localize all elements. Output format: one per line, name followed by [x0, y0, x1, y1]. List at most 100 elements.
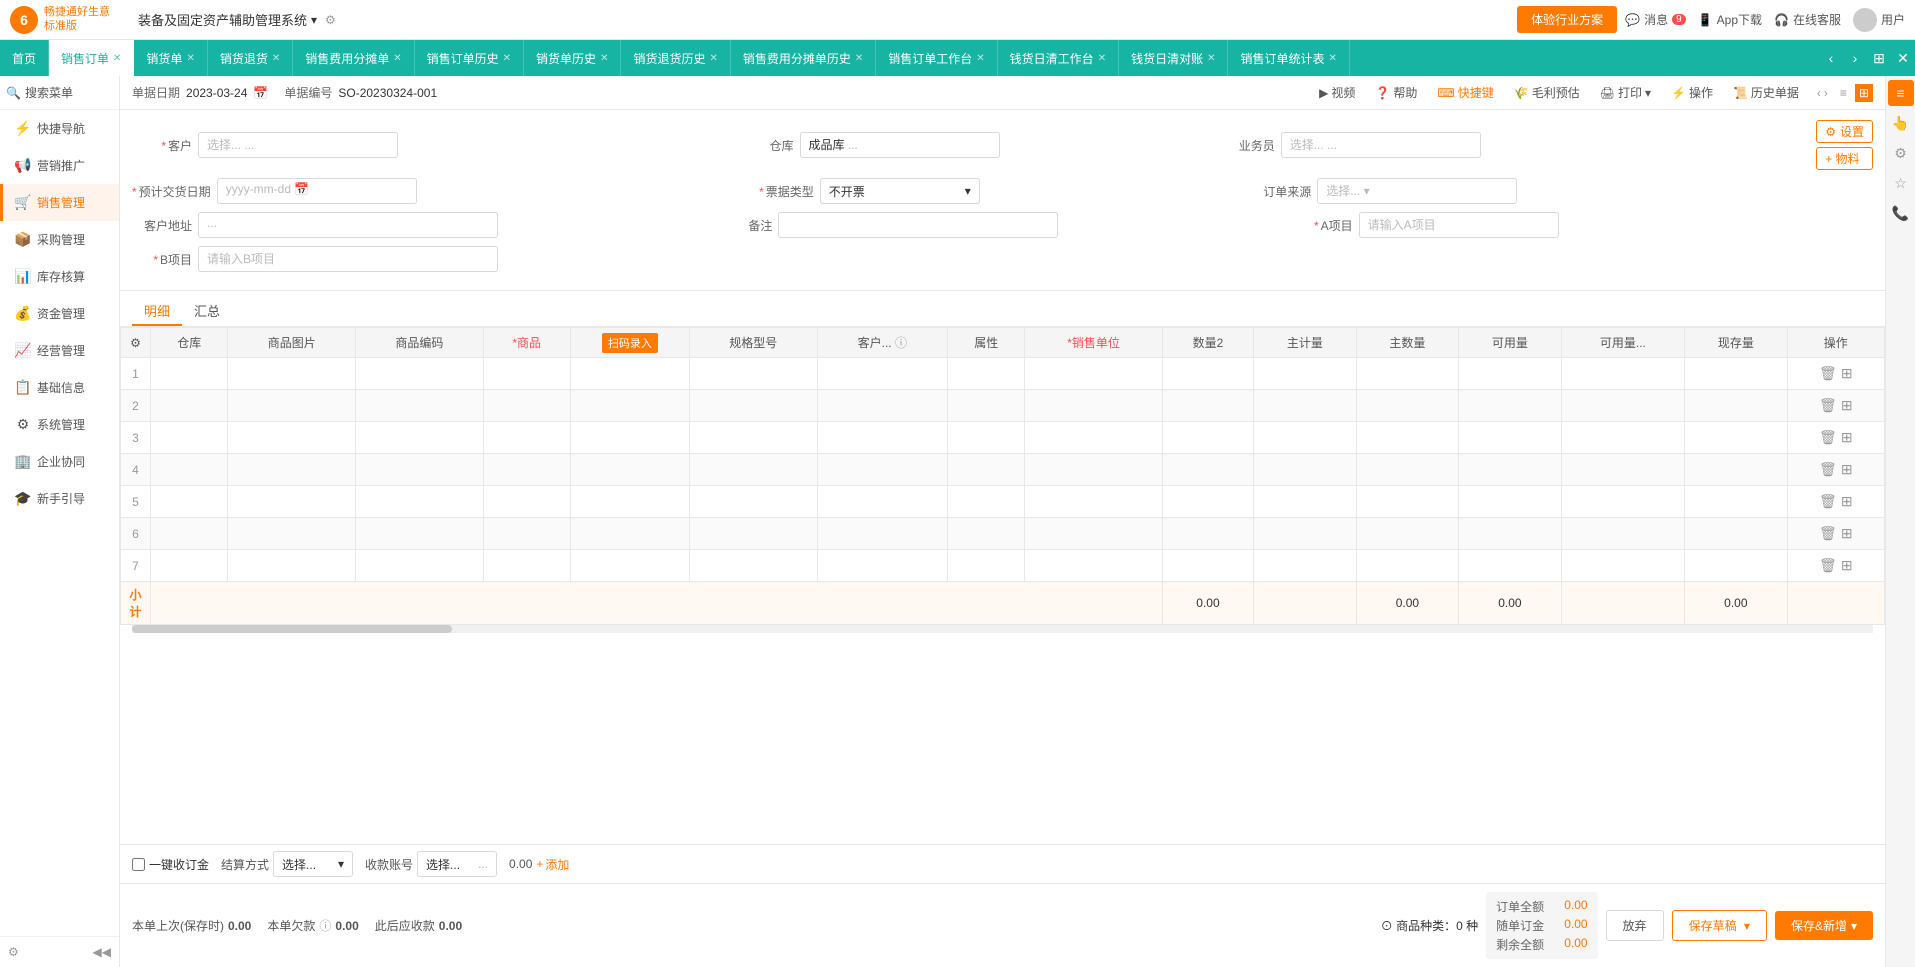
delete-icon[interactable]: 🗑 [1819, 365, 1837, 382]
app-download-item[interactable]: 📱 App下载 [1698, 11, 1762, 28]
sidebar-item-quicknav[interactable]: ⚡ 快捷导航 [0, 110, 119, 147]
view-btn[interactable]: ▶ 视频 [1313, 82, 1361, 103]
copy-icon[interactable]: ⊞ [1841, 493, 1853, 510]
sidebar-item-guide[interactable]: 🎓 新手引导 [0, 480, 119, 517]
nav-close-btn[interactable]: ✕ [1891, 40, 1915, 76]
view-toggle-list[interactable]: ≡ [1840, 86, 1847, 100]
order-source-input[interactable]: 选择... ▾ [1317, 178, 1517, 204]
tab-close-icon[interactable]: ✕ [272, 53, 280, 64]
copy-icon[interactable]: ⊞ [1841, 461, 1853, 478]
add-account-btn[interactable]: + 添加 [536, 856, 569, 873]
save-new-btn[interactable]: 保存&新增 ▾ [1775, 911, 1873, 940]
calendar-icon[interactable]: 📅 [253, 86, 268, 100]
settings-btn[interactable]: ⚙ 设置 [1816, 120, 1873, 143]
right-panel-list-icon[interactable]: ≡ [1888, 80, 1914, 106]
help-btn[interactable]: ❓ 帮助 [1369, 82, 1423, 103]
sidebar-item-operations[interactable]: 📈 经营管理 [0, 332, 119, 369]
tab-summary[interactable]: 汇总 [182, 297, 232, 326]
tab-sales-order[interactable]: 销售订单 ✕ [49, 40, 134, 76]
tab-close-icon[interactable]: ✕ [976, 53, 984, 64]
delete-icon[interactable]: 🗑 [1819, 397, 1837, 414]
view-toggle-grid[interactable]: ⊞ [1855, 84, 1873, 102]
settlement-select[interactable]: 选择... ▾ [273, 851, 353, 877]
right-panel-fingerprint-icon[interactable]: 👆 [1888, 110, 1914, 136]
history-btn[interactable]: 📜 历史单据 [1727, 82, 1805, 103]
sidebar-item-basicinfo[interactable]: 📋 基础信息 [0, 369, 119, 406]
copy-icon[interactable]: ⊞ [1841, 557, 1853, 574]
delete-icon[interactable]: 🗑 [1819, 493, 1837, 510]
right-panel-star-icon[interactable]: ☆ [1888, 170, 1914, 196]
copy-icon[interactable]: ⊞ [1841, 397, 1853, 414]
tab-close-icon[interactable]: ✕ [113, 53, 121, 64]
shortcut-btn[interactable]: ⌨ 快捷键 [1431, 82, 1499, 103]
tab-goods-history[interactable]: 销货单历史 ✕ [524, 40, 621, 76]
user-avatar[interactable]: 用户 [1853, 8, 1905, 32]
tab-workbench[interactable]: 销售订单工作台 ✕ [876, 40, 997, 76]
tab-cashflow[interactable]: 钱货日清工作台 ✕ [998, 40, 1119, 76]
scan-btn[interactable]: 扫码录入 [602, 333, 658, 353]
dropdown-icon[interactable]: ▾ [1851, 919, 1857, 933]
right-panel-phone-icon[interactable]: 📞 [1888, 200, 1914, 226]
print-dropdown-icon[interactable]: ▾ [1645, 86, 1651, 100]
tab-expense-history[interactable]: 销售费用分摊单历史 ✕ [731, 40, 876, 76]
tab-sales-goods[interactable]: 销货单 ✕ [134, 40, 207, 76]
sidebar-search[interactable]: 🔍 搜索菜单 [0, 76, 119, 110]
tab-close-icon[interactable]: ✕ [709, 53, 717, 64]
account-select[interactable]: 选择... ... [417, 851, 497, 877]
info-icon[interactable]: ⓘ [895, 336, 907, 350]
profit-btn[interactable]: 🌾 毛利预估 [1508, 82, 1586, 103]
copy-icon[interactable]: ⊞ [1841, 429, 1853, 446]
industry-btn[interactable]: 体验行业方案 [1517, 6, 1617, 33]
settings-icon[interactable]: ⚙ [325, 13, 336, 27]
delete-icon[interactable]: 🗑 [1819, 525, 1837, 542]
salesperson-input[interactable]: 选择... ... [1281, 132, 1481, 158]
tab-close-icon[interactable]: ✕ [1207, 53, 1215, 64]
system-dropdown-icon[interactable]: ▾ [311, 13, 317, 27]
tab-cashflow-verify[interactable]: 钱货日清对账 ✕ [1119, 40, 1228, 76]
tab-close-icon[interactable]: ✕ [503, 53, 511, 64]
nav-next-record[interactable]: › [1824, 86, 1828, 100]
invoice-type-select[interactable]: 不开票 ▾ [820, 178, 980, 204]
tab-return[interactable]: 销货退货 ✕ [208, 40, 293, 76]
delete-icon[interactable]: 🗑 [1819, 429, 1837, 446]
online-support-item[interactable]: 🎧 在线客服 [1774, 11, 1841, 28]
dropdown-icon[interactable]: ▾ [1744, 919, 1750, 933]
operation-btn[interactable]: ⚡ 操作 [1665, 82, 1719, 103]
customer-input[interactable]: 选择... ... [198, 132, 398, 158]
tab-close-icon[interactable]: ✕ [393, 53, 401, 64]
tab-stats[interactable]: 销售订单统计表 ✕ [1228, 40, 1349, 76]
nav-prev-btn[interactable]: ‹ [1819, 40, 1843, 76]
horizontal-scrollbar[interactable] [132, 625, 1873, 633]
right-panel-settings-icon[interactable]: ⚙ [1888, 140, 1914, 166]
tab-close-icon[interactable]: ✕ [600, 53, 608, 64]
col-settings[interactable]: ⚙ [121, 328, 151, 358]
customer-address-input[interactable]: ... [198, 212, 498, 238]
copy-icon[interactable]: ⊞ [1841, 525, 1853, 542]
sidebar-collapse-btn[interactable]: ◀◀ [93, 945, 111, 959]
notification-item[interactable]: 💬 消息 9 [1625, 11, 1686, 28]
tab-detail[interactable]: 明细 [132, 297, 182, 326]
warehouse-input[interactable]: 成品库 ... [800, 132, 1000, 158]
info-icon[interactable]: ⓘ [319, 917, 331, 934]
note-input[interactable] [778, 212, 1058, 238]
discard-btn[interactable]: 放弃 [1606, 910, 1664, 941]
scrollbar-thumb[interactable] [132, 625, 452, 633]
delivery-date-input[interactable]: yyyy-mm-dd 📅 [217, 178, 417, 204]
print-btn[interactable]: 🖨 打印 ▾ [1594, 82, 1657, 103]
a-project-input[interactable]: 请输入A项目 [1359, 212, 1559, 238]
sidebar-item-inventory[interactable]: 📊 库存核算 [0, 258, 119, 295]
nav-prev-record[interactable]: ‹ [1817, 86, 1821, 100]
nav-more-btn[interactable]: ⊞ [1867, 40, 1891, 76]
tab-close-icon[interactable]: ✕ [1329, 53, 1337, 64]
tab-return-history[interactable]: 销货退货历史 ✕ [621, 40, 730, 76]
sidebar-settings-btn[interactable]: ⚙ [8, 945, 19, 959]
tab-expense[interactable]: 销售费用分摊单 ✕ [293, 40, 414, 76]
sidebar-item-enterprise[interactable]: 🏢 企业协同 [0, 443, 119, 480]
one-click-checkbox[interactable] [132, 858, 145, 871]
tab-close-icon[interactable]: ✕ [1098, 53, 1106, 64]
sidebar-item-purchase[interactable]: 📦 采购管理 [0, 221, 119, 258]
sidebar-item-finance[interactable]: 💰 资金管理 [0, 295, 119, 332]
sidebar-item-system[interactable]: ⚙ 系统管理 [0, 406, 119, 443]
nav-next-btn[interactable]: › [1843, 40, 1867, 76]
system-selector[interactable]: 装备及固定资产辅助管理系统 ▾ ⚙ [138, 10, 1509, 29]
